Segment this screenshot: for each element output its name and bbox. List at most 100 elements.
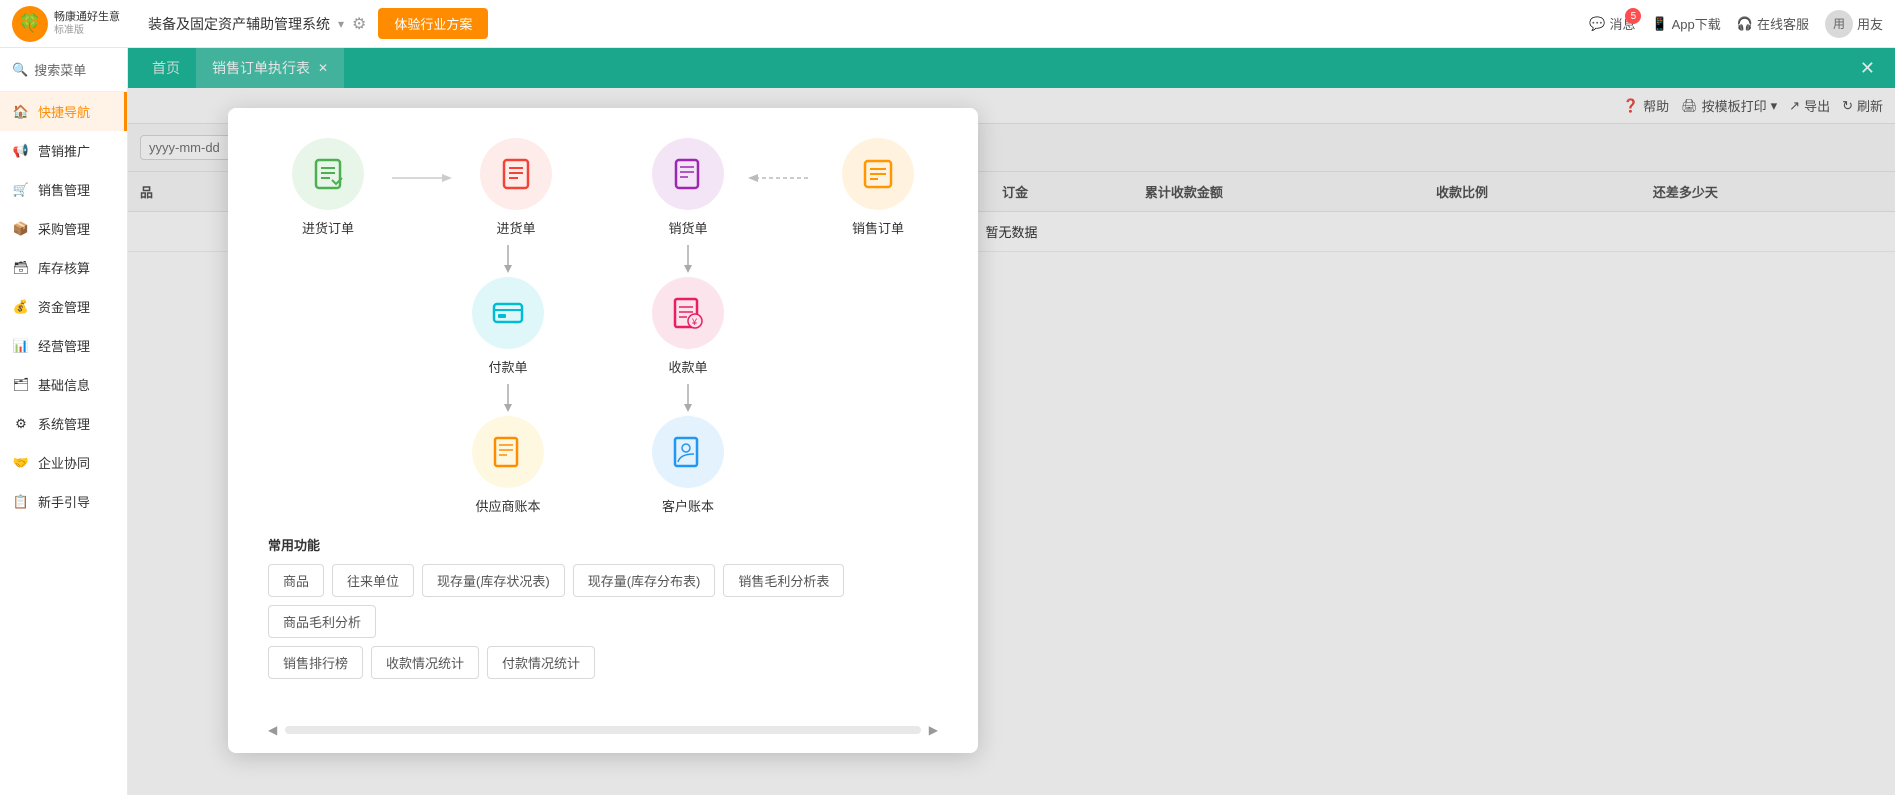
payment-circle[interactable] (472, 277, 544, 349)
nav-label-quick-guide: 快捷导航 (38, 102, 90, 121)
sidebar-nav: 🏠 快捷导航 📢营销推广🛒销售管理📦采购管理 🗃 库存核算 💰资金管理 📊 经营管理 🗂 基础信息… (0, 92, 127, 521)
app-download-button[interactable]: 📱 App下载 (1651, 14, 1720, 33)
nav-icon-basic-info: 🗂 (12, 376, 30, 394)
flow-row-1: 进货订单 进货单 (268, 138, 938, 237)
search-menu-button[interactable]: 🔍 搜索菜单 (8, 56, 119, 83)
func-button-5[interactable]: 商品毛利分析 (268, 605, 376, 638)
func-button-3[interactable]: 现存量(库存分布表) (573, 564, 716, 597)
func-button-6[interactable]: 销售排行榜 (268, 646, 363, 679)
customer-label: 客户账本 (662, 496, 714, 515)
flow-node-sales-slip: 销货单 (628, 138, 748, 237)
settings-icon[interactable]: ⚙ (352, 14, 366, 34)
func-button-2[interactable]: 现存量(库存状况表) (422, 564, 565, 597)
supplier-circle[interactable] (472, 416, 544, 488)
scroll-left-icon[interactable]: ◀ (268, 723, 277, 737)
sidebar-item-system[interactable]: ⚙ 系统管理 (0, 404, 127, 443)
sidebar-item-newbie[interactable]: 📋 新手引导 (0, 482, 127, 521)
nav-icon-operations: 📊 (12, 337, 30, 355)
supplier-label: 供应商账本 (475, 496, 540, 515)
nav-icon-enterprise: 🤝 (12, 454, 30, 472)
arrow-down-sales (628, 245, 748, 273)
sales-order-spacer (818, 245, 938, 273)
header-right: 💬 消息 5 📱 App下载 🎧 在线客服 用 用友 (1589, 10, 1883, 38)
purchase-slip-circle[interactable] (480, 138, 552, 210)
sidebar-item-sales[interactable]: 🛒销售管理 (0, 170, 127, 209)
flow-node-sales-order: 销售订单 (818, 138, 938, 237)
flow-row-2: 付款单 ¥ 收款单 (268, 277, 938, 376)
message-button[interactable]: 💬 消息 5 (1589, 14, 1635, 33)
flow-node-supplier: 供应商账本 (448, 416, 568, 515)
nav-label-enterprise: 企业协同 (38, 453, 90, 472)
sidebar-item-operations[interactable]: 📊 经营管理 (0, 326, 127, 365)
receipt-circle[interactable]: ¥ (652, 277, 724, 349)
sales-order-label: 销售订单 (852, 218, 904, 237)
sidebar-item-finance[interactable]: 💰资金管理 (0, 287, 127, 326)
avatar: 用 (1825, 10, 1853, 38)
svg-text:¥: ¥ (691, 317, 698, 327)
sidebar-item-marketing[interactable]: 📢营销推广 (0, 131, 127, 170)
search-icon: 🔍 (12, 62, 28, 78)
popup-scrollbar: ◀ ▶ (228, 715, 978, 753)
system-title: 装备及固定资产辅助管理系统 (148, 14, 330, 34)
sales-slip-circle[interactable] (652, 138, 724, 210)
nav-icon-system: ⚙ (12, 415, 30, 433)
nav-label-newbie: 新手引导 (38, 492, 90, 511)
common-functions-title: 常用功能 (268, 535, 938, 554)
func-button-1[interactable]: 往来单位 (332, 564, 414, 597)
logo-text: 畅康通好生意 标准版 (54, 10, 120, 37)
scroll-track[interactable] (285, 726, 921, 734)
sales-order-circle[interactable] (842, 138, 914, 210)
phone-icon: 📱 (1651, 16, 1667, 32)
popup-panel: 进货订单 进货单 (228, 108, 978, 753)
flow-node-purchase-slip: 进货单 (456, 138, 576, 237)
flow-row-3: 供应商账本 客户账本 (268, 416, 938, 515)
sidebar-item-inventory[interactable]: 🗃 库存核算 (0, 248, 127, 287)
flow-arrows-row (268, 245, 938, 273)
nav-icon-newbie: 📋 (12, 493, 30, 511)
online-service-button[interactable]: 🎧 在线客服 (1737, 14, 1809, 33)
popup-content: 进货订单 进货单 (228, 108, 978, 715)
nav-icon-quick-guide: 🏠 (12, 103, 30, 121)
sidebar-item-basic-info[interactable]: 🗂 基础信息 (0, 365, 127, 404)
nav-label-purchase: 采购管理 (38, 219, 90, 238)
sidebar-item-quick-guide[interactable]: 🏠 快捷导航 (0, 92, 127, 131)
nav-icon-inventory: 🗃 (12, 259, 30, 277)
func-button-8[interactable]: 付款情况统计 (487, 646, 595, 679)
nav-label-inventory: 库存核算 (38, 258, 90, 277)
nav-label-basic-info: 基础信息 (38, 375, 90, 394)
nav-label-operations: 经营管理 (38, 336, 90, 355)
func-buttons-row-2: 销售排行榜收款情况统计付款情况统计 (268, 646, 938, 679)
arrow-h-spacer (388, 245, 448, 273)
arrow-dashed-spacer (748, 245, 818, 273)
flow-node-payment: 付款单 (448, 277, 568, 376)
customer-circle[interactable] (652, 416, 724, 488)
purchase-order-circle[interactable] (292, 138, 364, 210)
popup-overlay[interactable]: 进货订单 进货单 (128, 48, 1895, 795)
nav-label-system: 系统管理 (38, 414, 90, 433)
message-icon: 💬 (1589, 16, 1605, 32)
experience-button[interactable]: 体验行业方案 (378, 8, 488, 39)
flow-arrows-row-2 (268, 384, 938, 412)
arrow-down-receipt (628, 384, 748, 412)
payment-label: 付款单 (488, 357, 527, 376)
header-system: 装备及固定资产辅助管理系统 ▾ ⚙ 体验行业方案 (140, 8, 1589, 39)
receipt-label: 收款单 (668, 357, 707, 376)
user-menu[interactable]: 用 用友 (1825, 10, 1883, 38)
arrow-down-payment (448, 384, 568, 412)
func-button-4[interactable]: 销售毛利分析表 (723, 564, 844, 597)
flow-node-customer: 客户账本 (628, 416, 748, 515)
system-dropdown-icon[interactable]: ▾ (338, 17, 344, 31)
scroll-right-icon[interactable]: ▶ (929, 723, 938, 737)
purchase-order-label: 进货订单 (302, 218, 354, 237)
func-button-0[interactable]: 商品 (268, 564, 324, 597)
purchase-slip-label: 进货单 (496, 218, 535, 237)
sidebar-item-enterprise[interactable]: 🤝 企业协同 (0, 443, 127, 482)
sidebar-item-purchase[interactable]: 📦采购管理 (0, 209, 127, 248)
common-functions: 常用功能 商品往来单位现存量(库存状况表)现存量(库存分布表)销售毛利分析表商品… (268, 535, 938, 695)
nav-label-marketing: 营销推广 (38, 141, 90, 160)
flow-node-receipt: ¥ 收款单 (628, 277, 748, 376)
logo-icon: 🍀 (12, 6, 48, 42)
func-button-7[interactable]: 收款情况统计 (371, 646, 479, 679)
logo-area: 🍀 畅康通好生意 标准版 (12, 6, 140, 42)
arrow-h-1 (388, 168, 456, 188)
